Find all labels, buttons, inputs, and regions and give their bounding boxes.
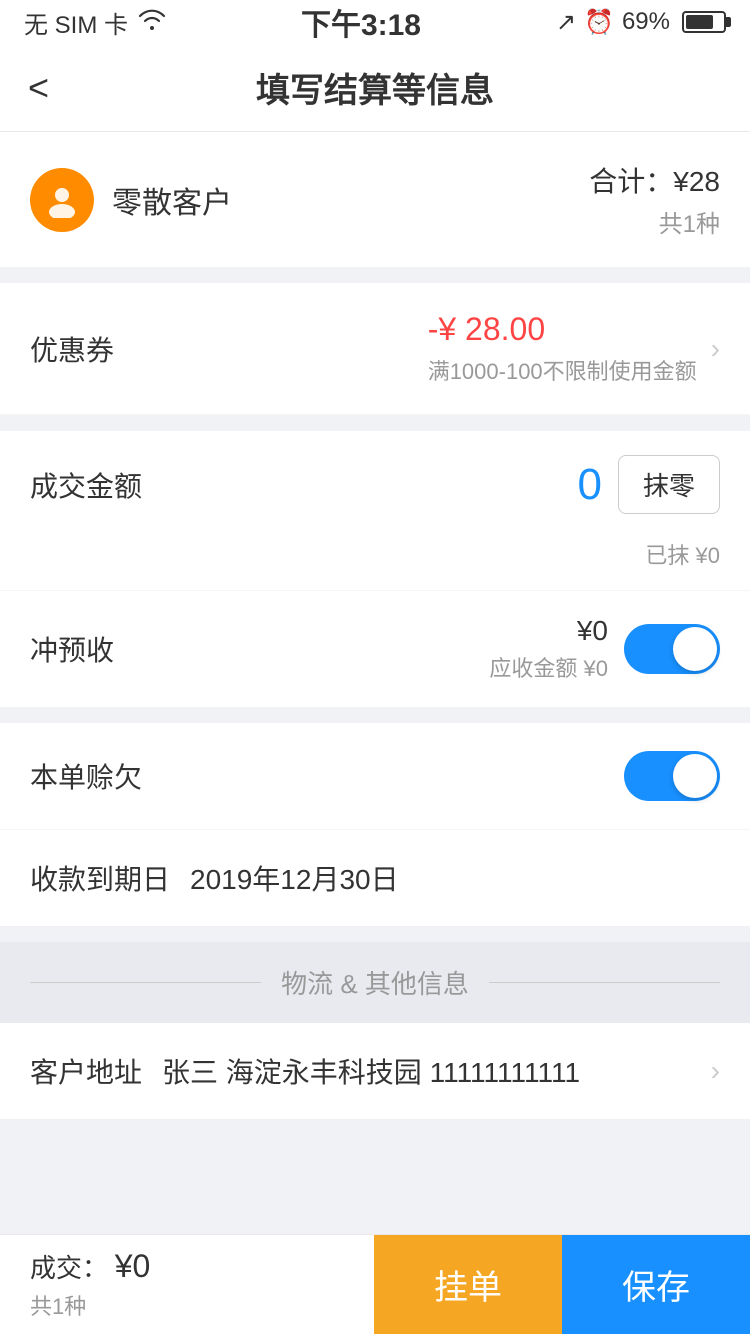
address-label: 客户地址	[30, 1051, 142, 1091]
customer-left: 零散客户	[30, 168, 232, 232]
address-chevron-icon: ›	[711, 1055, 720, 1087]
divider-1	[0, 267, 750, 283]
prepay-value-block: ¥0 应收金额 ¥0	[489, 615, 608, 683]
alarm-icon: ⏰	[584, 8, 614, 37]
summary-value: ¥0	[115, 1248, 151, 1284]
coupon-right: -¥ 28.00 满1000-100不限制使用金额 ›	[428, 311, 720, 386]
address-value: 张三 海淀永丰科技园 11111111111	[162, 1051, 711, 1091]
prepay-value: ¥0	[489, 615, 608, 647]
prepay-right: ¥0 应收金额 ¥0	[489, 615, 720, 683]
customer-section: 零散客户 合计：¥28 共1种	[0, 132, 750, 267]
divider-5	[0, 1119, 750, 1135]
debt-toggle[interactable]	[624, 751, 720, 801]
logistics-divider: 物流 & 其他信息	[0, 942, 750, 1023]
toggle-thumb	[673, 627, 717, 671]
address-row[interactable]: 客户地址 张三 海淀永丰科技园 11111111111 ›	[0, 1023, 750, 1119]
bottom-bar: 成交： ¥0 共1种 挂单 保存	[0, 1234, 750, 1334]
prepay-label: 冲预收	[30, 629, 114, 669]
carrier-text: 无 SIM 卡	[24, 5, 128, 40]
hold-button[interactable]: 挂单	[374, 1235, 562, 1334]
transaction-amount-row: 成交金额 0 抹零	[0, 431, 750, 538]
location-icon: ↗	[556, 8, 576, 37]
customer-right: 合计：¥28 共1种	[589, 160, 720, 239]
coupon-label: 优惠券	[30, 329, 114, 369]
coupon-chevron-icon: ›	[711, 333, 720, 365]
prepay-sub: 应收金额 ¥0	[489, 651, 608, 683]
due-date-row: 收款到期日 2019年12月30日	[0, 829, 750, 926]
amount-right: 0 抹零	[578, 455, 721, 514]
customer-total: 合计：¥28	[589, 160, 720, 200]
prepay-toggle[interactable]	[624, 624, 720, 674]
prepay-row: 冲预收 ¥0 应收金额 ¥0	[0, 590, 750, 707]
save-button[interactable]: 保存	[562, 1235, 750, 1334]
debt-toggle-thumb	[673, 754, 717, 798]
status-left: 无 SIM 卡	[24, 5, 166, 40]
wifi-icon	[138, 8, 166, 37]
bottom-summary-sub: 共1种	[30, 1289, 344, 1321]
status-time: 下午3:18	[301, 0, 421, 44]
bottom-summary-top: 成交： ¥0	[30, 1248, 344, 1285]
status-bar: 无 SIM 卡 下午3:18 ↗ ⏰ 69%	[0, 0, 750, 44]
battery-icon	[682, 11, 726, 33]
coupon-row[interactable]: 优惠券 -¥ 28.00 满1000-100不限制使用金额 ›	[0, 283, 750, 415]
customer-count: 共1种	[589, 204, 720, 239]
back-button[interactable]: <	[28, 67, 49, 109]
coupon-value: -¥ 28.00	[428, 311, 697, 348]
customer-row: 零散客户 合计：¥28 共1种	[0, 132, 750, 267]
debt-row: 本单赊欠	[0, 723, 750, 829]
amount-value: 0	[578, 460, 602, 510]
status-right: ↗ ⏰ 69%	[556, 8, 726, 37]
summary-label: 成交：	[30, 1253, 108, 1283]
divider-3	[0, 707, 750, 723]
address-right: ›	[711, 1055, 720, 1087]
round-button[interactable]: 抹零	[618, 455, 720, 514]
content: 零散客户 合计：¥28 共1种 优惠券 -¥ 28.00 满1000-100不限…	[0, 132, 750, 1255]
nav-bar: < 填写结算等信息	[0, 44, 750, 132]
amount-sub: 已抹 ¥0	[645, 543, 720, 568]
due-value: 2019年12月30日	[190, 858, 399, 898]
logistics-label: 物流 & 其他信息	[281, 964, 469, 1001]
amount-label: 成交金额	[30, 465, 142, 505]
divider-4	[0, 926, 750, 942]
page-title: 填写结算等信息	[256, 63, 494, 112]
divider-line-left	[30, 982, 261, 983]
bottom-summary: 成交： ¥0 共1种	[0, 1248, 374, 1321]
divider-line-right	[489, 982, 720, 983]
avatar	[30, 168, 94, 232]
divider-2	[0, 415, 750, 431]
coupon-desc: 满1000-100不限制使用金额	[428, 354, 697, 386]
customer-name: 零散客户	[112, 178, 232, 222]
debt-label: 本单赊欠	[30, 756, 142, 796]
battery-percent: 69%	[622, 8, 670, 36]
due-label: 收款到期日	[30, 858, 170, 898]
